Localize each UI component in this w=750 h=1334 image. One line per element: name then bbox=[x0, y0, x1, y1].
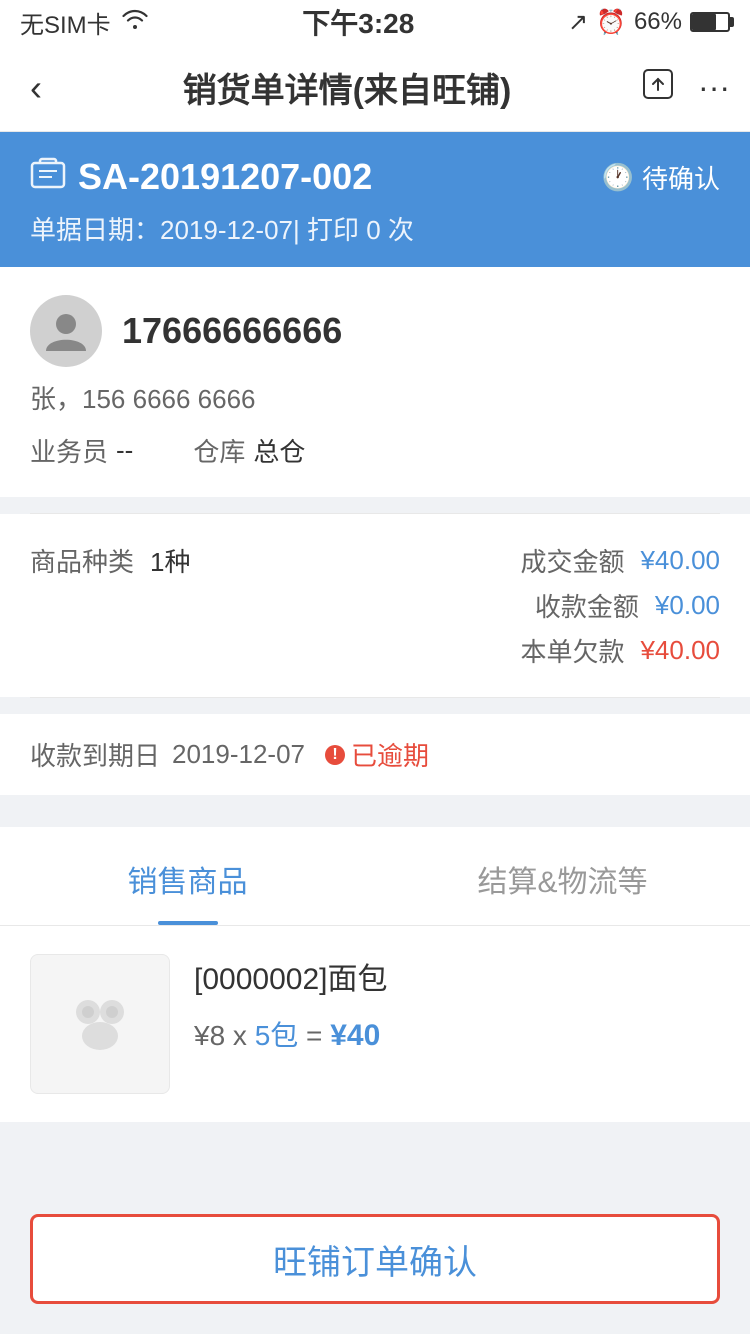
back-button[interactable]: ‹ bbox=[20, 57, 52, 119]
sales-value: -- bbox=[116, 435, 133, 466]
amount-label-2: 收款金额 bbox=[535, 587, 639, 624]
page-title: 销货单详情(来自旺铺) bbox=[183, 63, 512, 112]
battery-icon bbox=[690, 12, 730, 32]
product-total: ¥40 bbox=[330, 1019, 380, 1052]
product-info: [0000002]面包 ¥8 x 5包 = ¥40 bbox=[194, 954, 720, 1054]
order-id: SA-20191207-002 bbox=[30, 156, 372, 198]
wifi-icon bbox=[121, 8, 149, 37]
gps-icon: ↗ bbox=[568, 8, 588, 37]
warehouse-value: 总仓 bbox=[253, 432, 305, 469]
nav-bar: ‹ 销货单详情(来自旺铺) ··· bbox=[0, 44, 750, 132]
order-date: 单据日期：2019-12-07| 打印 0 次 bbox=[30, 210, 720, 247]
type-label: 商品种类 bbox=[30, 542, 134, 579]
customer-name: 张，156 6666 6666 bbox=[30, 379, 720, 416]
product-name: [0000002]面包 bbox=[194, 954, 720, 998]
amount-value-3: ¥40.00 bbox=[640, 635, 720, 666]
status-right: ↗ ⏰ 66% bbox=[568, 8, 730, 37]
overdue-icon: ! bbox=[325, 745, 345, 765]
customer-meta: 业务员 -- 仓库 总仓 bbox=[30, 432, 720, 469]
status-left: 无SIM卡 bbox=[20, 5, 149, 40]
more-icon[interactable]: ··· bbox=[698, 69, 730, 106]
amount-row-3: 本单欠款 ¥40.00 bbox=[520, 632, 720, 669]
carrier-text: 无SIM卡 bbox=[20, 5, 111, 40]
summary-right: 成交金额 ¥40.00 收款金额 ¥0.00 本单欠款 ¥40.00 bbox=[520, 542, 720, 669]
product-tabs: 销售商品 结算&物流等 bbox=[0, 827, 750, 926]
avatar bbox=[30, 295, 102, 367]
product-type-row: 商品种类 1种 bbox=[30, 542, 190, 579]
nav-actions: ··· bbox=[642, 68, 730, 108]
amount-value-2: ¥0.00 bbox=[655, 590, 720, 621]
order-status: 🕐 待确认 bbox=[602, 159, 720, 196]
order-icon bbox=[30, 156, 66, 198]
alarm-icon: ⏰ bbox=[596, 8, 626, 37]
battery-text: 66% bbox=[634, 8, 682, 36]
amount-label-1: 成交金额 bbox=[520, 542, 624, 579]
divider-3 bbox=[0, 795, 750, 811]
amount-label-3: 本单欠款 bbox=[520, 632, 624, 669]
amount-row-1: 成交金额 ¥40.00 bbox=[520, 542, 720, 579]
status-clock-icon: 🕐 bbox=[602, 162, 634, 193]
summary-left: 商品种类 1种 bbox=[30, 542, 190, 579]
warehouse-label: 仓库 bbox=[193, 432, 245, 469]
bottom-area: 旺铺订单确认 bbox=[0, 1194, 750, 1334]
tab-settlement[interactable]: 结算&物流等 bbox=[375, 827, 750, 925]
tab-products[interactable]: 销售商品 bbox=[0, 827, 375, 925]
warehouse-meta: 仓库 总仓 bbox=[193, 432, 305, 469]
divider-2 bbox=[30, 697, 720, 698]
product-qty: 5包 bbox=[255, 1020, 299, 1051]
product-card: [0000002]面包 ¥8 x 5包 = ¥40 bbox=[0, 926, 750, 1122]
status-time: 下午3:28 bbox=[302, 2, 414, 42]
sales-label: 业务员 bbox=[30, 432, 108, 469]
amount-value-1: ¥40.00 bbox=[640, 545, 720, 576]
share-icon[interactable] bbox=[642, 68, 674, 108]
customer-phone: 17666666666 bbox=[122, 310, 342, 352]
overdue-text: 已逾期 bbox=[351, 736, 429, 773]
due-date-card: 收款到期日 2019-12-07 ! 已逾期 bbox=[0, 714, 750, 795]
confirm-button[interactable]: 旺铺订单确认 bbox=[30, 1214, 720, 1304]
status-bar: 无SIM卡 下午3:28 ↗ ⏰ 66% bbox=[0, 0, 750, 44]
customer-phone-row: 17666666666 bbox=[30, 295, 720, 367]
due-date: 2019-12-07 bbox=[172, 739, 305, 770]
type-value: 1种 bbox=[150, 542, 190, 579]
content-area: SA-20191207-002 🕐 待确认 单据日期：2019-12-07| 打… bbox=[0, 132, 750, 1262]
summary-card: 商品种类 1种 成交金额 ¥40.00 收款金额 ¥0.00 本单欠款 ¥40.… bbox=[0, 514, 750, 697]
order-header-card: SA-20191207-002 🕐 待确认 单据日期：2019-12-07| 打… bbox=[0, 132, 750, 267]
amount-row-2: 收款金额 ¥0.00 bbox=[535, 587, 720, 624]
product-thumbnail bbox=[30, 954, 170, 1094]
order-id-row: SA-20191207-002 🕐 待确认 bbox=[30, 156, 720, 198]
sales-meta: 业务员 -- bbox=[30, 432, 133, 469]
customer-card: 17666666666 张，156 6666 6666 业务员 -- 仓库 总仓 bbox=[0, 267, 750, 497]
due-label: 收款到期日 bbox=[30, 736, 160, 773]
product-price: ¥8 x 5包 = ¥40 bbox=[194, 1014, 720, 1054]
overdue-badge: ! 已逾期 bbox=[325, 736, 429, 773]
